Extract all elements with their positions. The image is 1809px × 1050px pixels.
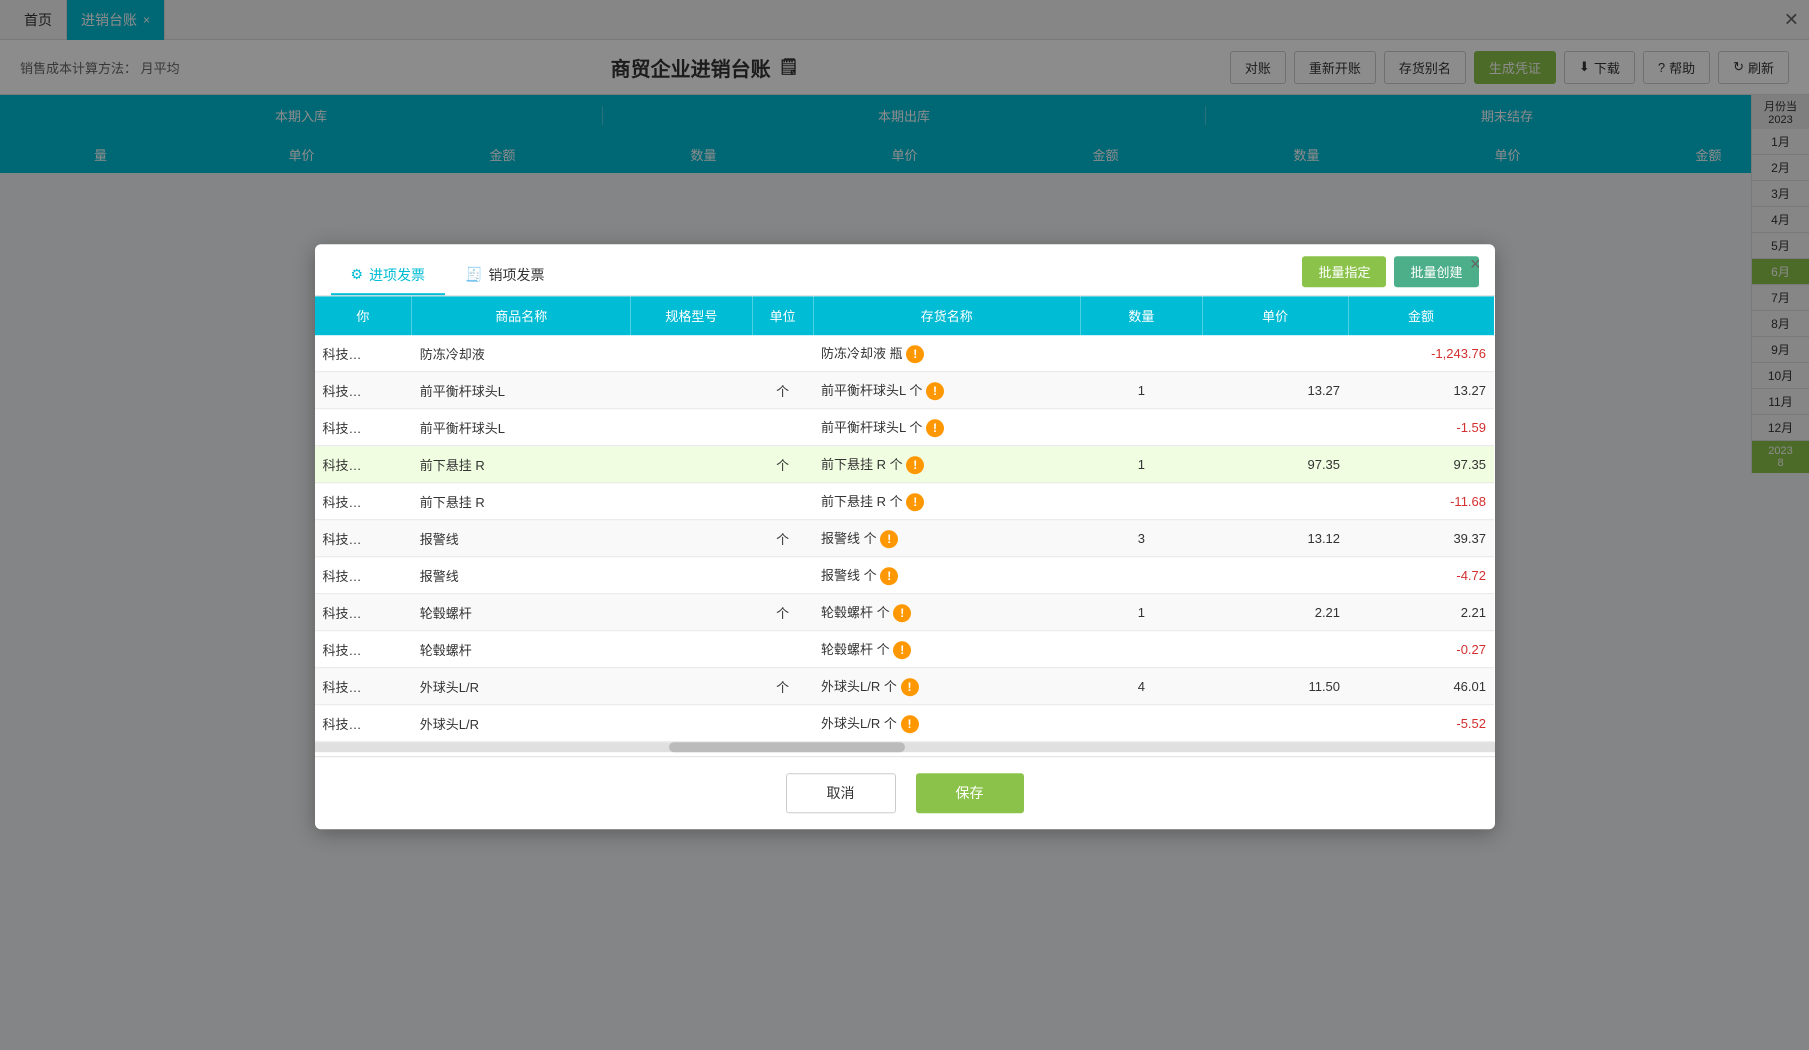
table-row: 科技…轮毂螺杆轮毂螺杆 个 !-0.27 — [315, 631, 1495, 668]
col-company: 你 — [315, 296, 412, 335]
col-product-name: 商品名称 — [412, 296, 631, 335]
col-unit: 单位 — [752, 296, 813, 335]
dialog-tab-actions: 批量指定 批量创建 — [1302, 256, 1478, 295]
table-row: 科技…报警线报警线 个 !-4.72 — [315, 557, 1495, 594]
table-header-row: 你 商品名称 规格型号 单位 存货名称 数量 单价 金额 — [315, 296, 1495, 335]
table-row: 科技…外球头L/R个外球头L/R 个 !411.5046.01 — [315, 668, 1495, 705]
table-row: 科技…外球头L/R外球头L/R 个 !-5.52 — [315, 705, 1495, 742]
tab-in-invoice[interactable]: ⚙ 进项发票 — [331, 257, 446, 295]
warn-icon: ! — [893, 604, 911, 622]
col-price: 单价 — [1202, 296, 1348, 335]
col-inventory-name: 存货名称 — [813, 296, 1081, 335]
table-row: 科技…轮毂螺杆个轮毂螺杆 个 !12.212.21 — [315, 594, 1495, 631]
dialog-footer: 取消 保存 — [315, 756, 1495, 829]
dialog-close-button[interactable]: × — [1470, 254, 1481, 275]
dialog-header: ⚙ 进项发票 🧾 销项发票 批量指定 批量创建 × — [315, 244, 1495, 296]
table-row: 科技…报警线个报警线 个 !313.1239.37 — [315, 520, 1495, 557]
table-row: 科技…前下悬挂 R前下悬挂 R 个 !-11.68 — [315, 483, 1495, 520]
save-button[interactable]: 保存 — [916, 773, 1024, 813]
batch-create-button[interactable]: 批量创建 — [1394, 256, 1478, 287]
batch-assign-button[interactable]: 批量指定 — [1302, 256, 1386, 287]
dialog-horizontal-scrollbar[interactable] — [315, 742, 1495, 752]
out-invoice-icon: 🧾 — [465, 266, 482, 283]
cancel-button[interactable]: 取消 — [786, 773, 896, 813]
table-row: 科技…前下悬挂 R个前下悬挂 R 个 !197.3597.35 — [315, 446, 1495, 483]
in-invoice-icon: ⚙ — [351, 266, 364, 283]
warn-icon: ! — [926, 382, 944, 400]
warn-icon: ! — [893, 641, 911, 659]
warn-icon: ! — [901, 715, 919, 733]
warn-icon: ! — [926, 419, 944, 437]
table-row: 科技…前平衡杆球头L前平衡杆球头L 个 !-1.59 — [315, 409, 1495, 446]
tab-out-invoice[interactable]: 🧾 销项发票 — [445, 257, 564, 295]
table-row: 科技…防冻冷却液防冻冷却液 瓶 !-1,243.76 — [315, 335, 1495, 372]
dialog-table-container[interactable]: 你 商品名称 规格型号 单位 存货名称 数量 单价 金额 科技…防冻冷却液防冻冷… — [315, 296, 1495, 742]
warn-icon: ! — [901, 678, 919, 696]
warn-icon: ! — [906, 493, 924, 511]
warn-icon: ! — [880, 530, 898, 548]
warn-icon: ! — [880, 567, 898, 585]
col-amount: 金额 — [1348, 296, 1494, 335]
col-spec: 规格型号 — [631, 296, 753, 335]
table-row: 科技…前平衡杆球头L个前平衡杆球头L 个 !113.2713.27 — [315, 372, 1495, 409]
warn-icon: ! — [906, 456, 924, 474]
invoice-dialog: ⚙ 进项发票 🧾 销项发票 批量指定 批量创建 × 你 商品名称 规格型号 单位… — [315, 244, 1495, 829]
scrollbar-thumb[interactable] — [669, 742, 905, 752]
invoice-table: 你 商品名称 规格型号 单位 存货名称 数量 单价 金额 科技…防冻冷却液防冻冷… — [315, 296, 1495, 742]
col-qty: 数量 — [1081, 296, 1203, 335]
warn-icon: ! — [906, 345, 924, 363]
